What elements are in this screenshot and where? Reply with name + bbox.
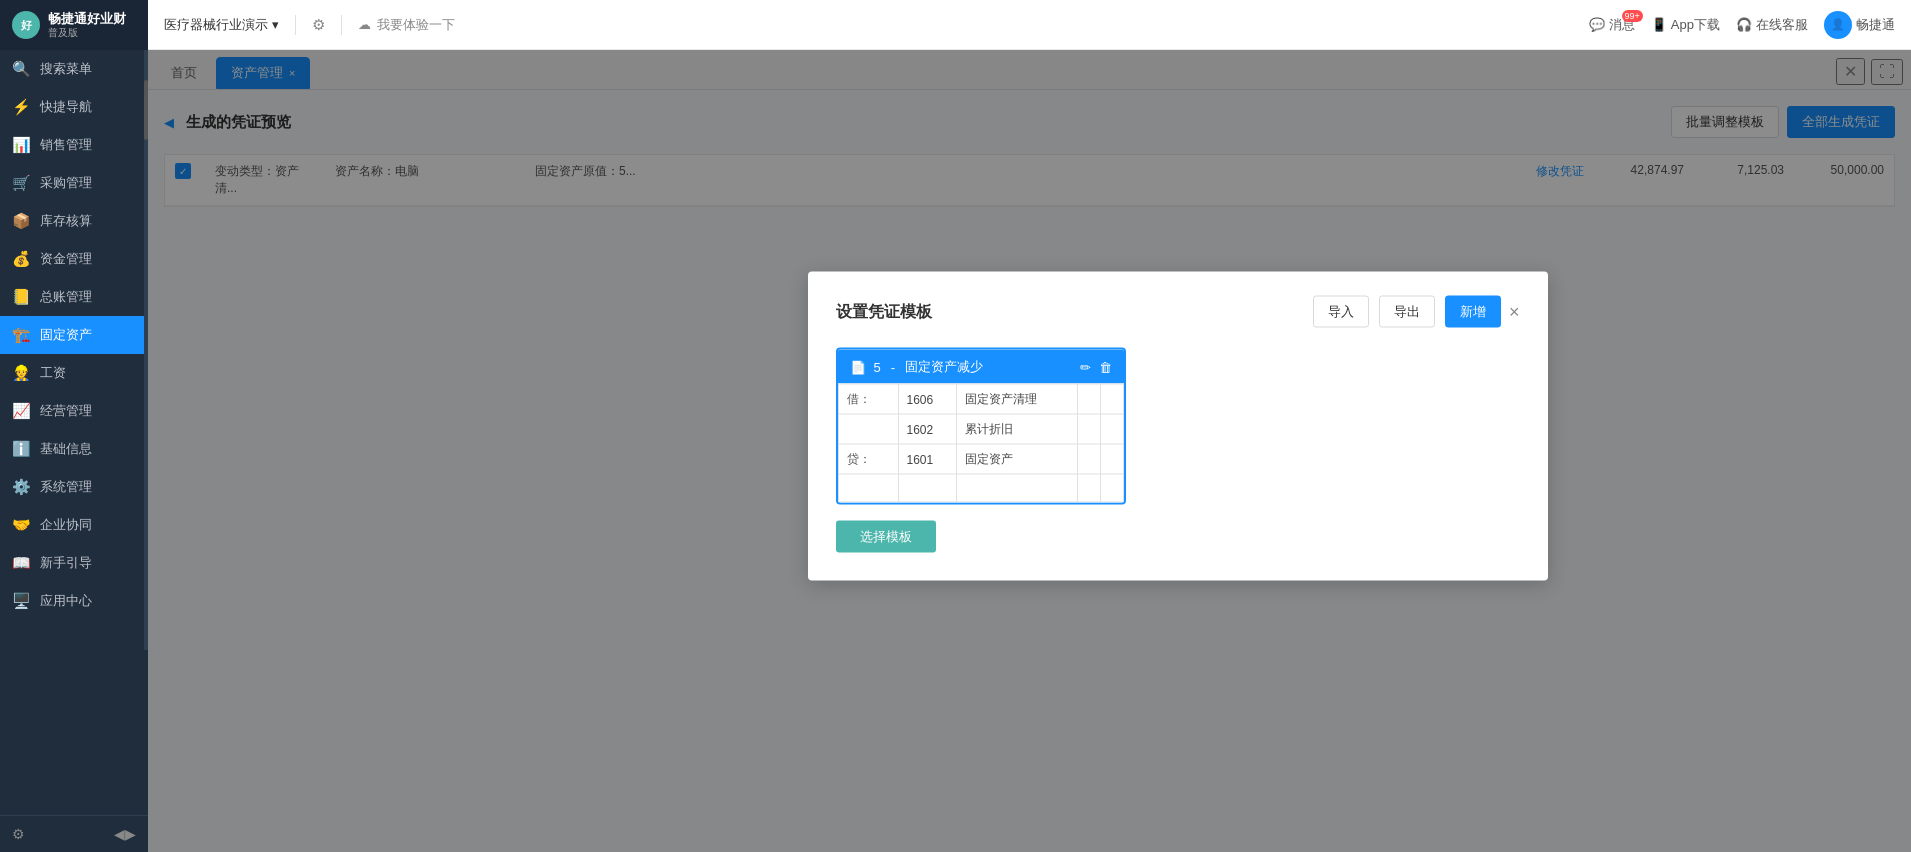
experience-btn[interactable]: ☁ 我要体验一下 bbox=[358, 16, 455, 34]
template-card-actions: ✏ 🗑 bbox=[1080, 359, 1112, 374]
template-card-header: 📄 5 - 固定资产减少 ✏ 🗑 bbox=[838, 350, 1124, 384]
entry-account-2: 累计折旧 bbox=[957, 414, 1077, 444]
guide-icon: 📖 bbox=[12, 554, 30, 572]
finance-icon: 💰 bbox=[12, 250, 30, 268]
template-empty-row bbox=[838, 474, 1123, 502]
template-separator: - bbox=[891, 359, 895, 374]
sidebar-item-basic-info[interactable]: ℹ️ 基础信息 bbox=[0, 430, 148, 468]
settings-bottom-icon[interactable]: ⚙ bbox=[12, 826, 25, 842]
header-divider1 bbox=[295, 15, 296, 35]
sidebar-item-guide[interactable]: 📖 新手引导 bbox=[0, 544, 148, 582]
company-dropdown-icon: ▾ bbox=[272, 17, 279, 32]
sidebar-item-purchase[interactable]: 🛒 采购管理 bbox=[0, 164, 148, 202]
sidebar-item-finance[interactable]: 💰 资金管理 bbox=[0, 240, 148, 278]
template-card-body: 借： 1606 固定资产清理 1602 累计折旧 贷： bbox=[838, 384, 1124, 503]
template-id: 5 bbox=[874, 359, 881, 374]
app-center-icon: 🖥️ bbox=[12, 592, 30, 610]
message-btn[interactable]: 💬 消息 99+ bbox=[1589, 16, 1635, 34]
app-logo: 好 畅捷通好业财 普及版 bbox=[0, 0, 148, 50]
sidebar-item-ledger[interactable]: 📒 总账管理 bbox=[0, 278, 148, 316]
entry-credit-3 bbox=[1100, 444, 1123, 474]
header-divider2 bbox=[341, 15, 342, 35]
company-selector[interactable]: 医疗器械行业演示 ▾ bbox=[164, 16, 279, 34]
entry-credit-1 bbox=[1100, 384, 1123, 414]
sidebar-item-search[interactable]: 🔍 搜索菜单 bbox=[0, 50, 148, 88]
template-doc-icon: 📄 bbox=[850, 359, 866, 374]
dialog-header: 设置凭证模板 导入 导出 新增 × bbox=[836, 296, 1520, 328]
template-entry-row: 1602 累计折旧 bbox=[838, 414, 1123, 444]
operations-icon: 📈 bbox=[12, 402, 30, 420]
purchase-icon: 🛒 bbox=[12, 174, 30, 192]
app-download-btn[interactable]: 📱 App下载 bbox=[1651, 16, 1720, 34]
search-icon: 🔍 bbox=[12, 60, 30, 78]
collapse-icon[interactable]: ◀▶ bbox=[114, 826, 136, 842]
cloud-icon: ☁ bbox=[358, 17, 371, 32]
export-btn[interactable]: 导出 bbox=[1379, 296, 1435, 328]
salary-icon: 👷 bbox=[12, 364, 30, 382]
entry-side-1: 借： bbox=[838, 384, 898, 414]
entry-debit-2 bbox=[1077, 414, 1100, 444]
online-service-btn[interactable]: 🎧 在线客服 bbox=[1736, 16, 1808, 34]
entry-credit-2 bbox=[1100, 414, 1123, 444]
template-delete-icon[interactable]: 🗑 bbox=[1099, 359, 1112, 374]
sidebar-item-operations[interactable]: 📈 经营管理 bbox=[0, 392, 148, 430]
sidebar-bottom: ⚙ ◀▶ bbox=[0, 815, 148, 852]
entry-account-1: 固定资产清理 bbox=[957, 384, 1077, 414]
template-dialog: 设置凭证模板 导入 导出 新增 × 📄 5 - 固定资产减少 ✏ 🗑 bbox=[808, 272, 1548, 581]
fixed-assets-icon: 🏗️ bbox=[12, 326, 30, 344]
sidebar-item-fixed-assets[interactable]: 🏗️ 固定资产 bbox=[0, 316, 148, 354]
system-icon: ⚙️ bbox=[12, 478, 30, 496]
service-icon: 🎧 bbox=[1736, 17, 1752, 32]
template-entry-row: 贷： 1601 固定资产 bbox=[838, 444, 1123, 474]
choose-template-btn[interactable]: 选择模板 bbox=[836, 521, 936, 553]
choose-btn-wrap: 选择模板 bbox=[836, 521, 1520, 553]
download-icon: 📱 bbox=[1651, 17, 1667, 32]
dialog-close-btn[interactable]: × bbox=[1509, 301, 1520, 322]
cooperation-icon: 🤝 bbox=[12, 516, 30, 534]
basic-info-icon: ℹ️ bbox=[12, 440, 30, 458]
sidebar: 好 畅捷通好业财 普及版 🔍 搜索菜单 ⚡ 快捷导航 📊 销售管理 🛒 采购管理… bbox=[0, 0, 148, 852]
quick-nav-icon: ⚡ bbox=[12, 98, 30, 116]
sidebar-item-sales[interactable]: 📊 销售管理 bbox=[0, 126, 148, 164]
sidebar-item-salary[interactable]: 👷 工资 bbox=[0, 354, 148, 392]
dialog-title: 设置凭证模板 bbox=[836, 301, 932, 322]
sidebar-item-system[interactable]: ⚙️ 系统管理 bbox=[0, 468, 148, 506]
entry-code-3: 1601 bbox=[898, 444, 957, 474]
avatar: 👤 bbox=[1824, 11, 1852, 39]
entry-code-2: 1602 bbox=[898, 414, 957, 444]
entry-code-1: 1606 bbox=[898, 384, 957, 414]
logo-text: 畅捷通好业财 普及版 bbox=[48, 11, 126, 39]
settings-icon[interactable]: ⚙ bbox=[312, 16, 325, 34]
template-name: 固定资产减少 bbox=[905, 358, 983, 376]
template-entries-table: 借： 1606 固定资产清理 1602 累计折旧 贷： bbox=[838, 384, 1124, 503]
template-edit-icon[interactable]: ✏ bbox=[1080, 359, 1091, 374]
template-entry-row: 借： 1606 固定资产清理 bbox=[838, 384, 1123, 414]
logo-icon: 好 bbox=[12, 11, 40, 39]
sidebar-item-cooperation[interactable]: 🤝 企业协同 bbox=[0, 506, 148, 544]
sidebar-item-inventory[interactable]: 📦 库存核算 bbox=[0, 202, 148, 240]
dialog-actions: 导入 导出 新增 bbox=[1313, 296, 1501, 328]
ledger-icon: 📒 bbox=[12, 288, 30, 306]
sidebar-item-app-center[interactable]: 🖥️ 应用中心 bbox=[0, 582, 148, 620]
header: 医疗器械行业演示 ▾ ⚙ ☁ 我要体验一下 💬 消息 99+ 📱 App下载 🎧… bbox=[148, 0, 1911, 50]
user-menu[interactable]: 👤 畅捷通 bbox=[1824, 11, 1895, 39]
entry-side-2 bbox=[838, 414, 898, 444]
template-card: 📄 5 - 固定资产减少 ✏ 🗑 借： 1606 固定资产清理 bbox=[836, 348, 1126, 505]
sidebar-item-quick-nav[interactable]: ⚡ 快捷导航 bbox=[0, 88, 148, 126]
entry-side-3: 贷： bbox=[838, 444, 898, 474]
import-btn[interactable]: 导入 bbox=[1313, 296, 1369, 328]
message-icon: 💬 bbox=[1589, 17, 1605, 32]
sales-icon: 📊 bbox=[12, 136, 30, 154]
dialog-header-right: 导入 导出 新增 × bbox=[1313, 296, 1520, 328]
entry-debit-1 bbox=[1077, 384, 1100, 414]
entry-debit-3 bbox=[1077, 444, 1100, 474]
entry-account-3: 固定资产 bbox=[957, 444, 1077, 474]
header-right: 💬 消息 99+ 📱 App下载 🎧 在线客服 👤 畅捷通 bbox=[1589, 11, 1895, 39]
inventory-icon: 📦 bbox=[12, 212, 30, 230]
new-template-btn[interactable]: 新增 bbox=[1445, 296, 1501, 328]
